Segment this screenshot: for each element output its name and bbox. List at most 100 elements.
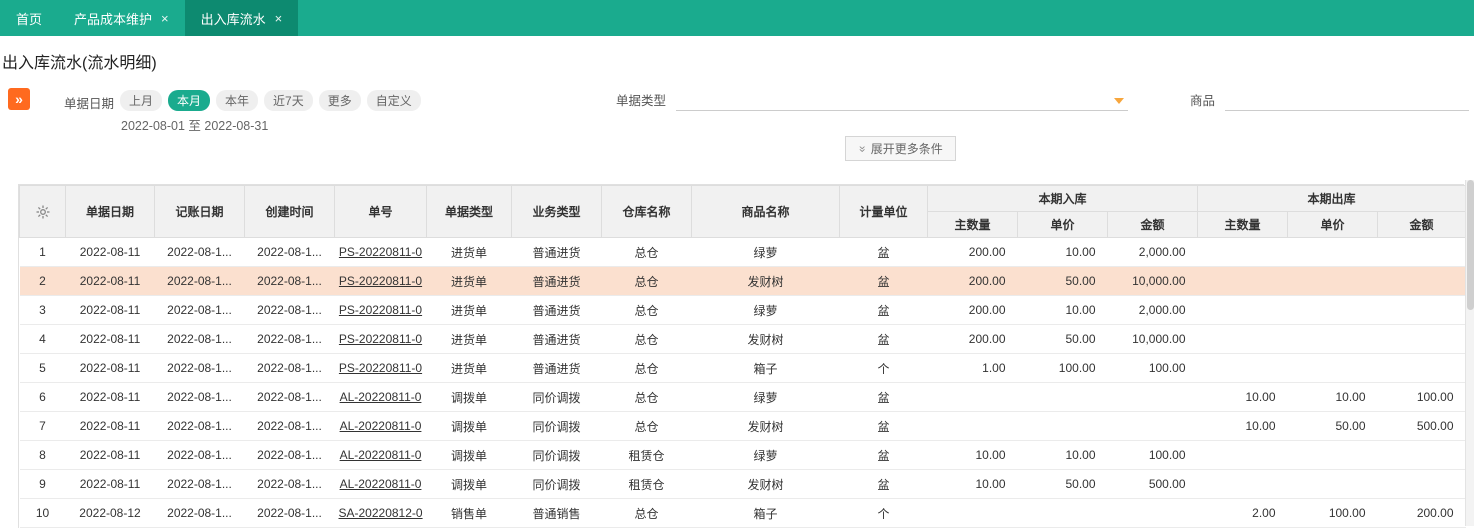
doc-no-link[interactable]: PS-20220811-0 (339, 303, 422, 317)
cell-unit: 盆 (839, 266, 928, 296)
table-row[interactable]: 6 2022-08-11 2022-08-1... 2022-08-1... AL-20… (19, 382, 1466, 412)
doc-no-link[interactable]: PS-20220811-0 (339, 361, 422, 375)
cell-out-qty (1197, 324, 1288, 354)
tab-item[interactable]: 出入库流水 × (184, 0, 299, 36)
doc-no-link[interactable]: PS-20220811-0 (339, 332, 422, 346)
cell-book-date: 2022-08-1... (154, 411, 245, 441)
doc-no-link[interactable]: AL-20220811-0 (340, 477, 422, 491)
cell-doc-no: AL-20220811-0 (334, 382, 427, 412)
cell-doc-type: 销售单 (426, 498, 512, 528)
date-option-pill[interactable]: 本年 (216, 90, 259, 111)
cell-biz-type: 普通进货 (511, 295, 602, 325)
doc-type-select[interactable] (676, 91, 1129, 111)
date-option-pill[interactable]: 上月 (120, 90, 163, 111)
cell-product: 发财树 (691, 411, 840, 441)
tab-item[interactable]: 首页 (0, 0, 58, 36)
table-row[interactable]: 8 2022-08-11 2022-08-1... 2022-08-1... AL-20… (19, 440, 1466, 470)
date-option-pill[interactable]: 更多 (318, 90, 361, 111)
product-input[interactable] (1225, 91, 1470, 111)
collapse-panel-button[interactable]: » (8, 88, 30, 110)
cell-book-date: 2022-08-1... (154, 440, 245, 470)
vertical-scrollbar[interactable] (1465, 180, 1474, 526)
cell-product: 发财树 (691, 324, 840, 354)
cell-doc-date: 2022-08-11 (65, 353, 155, 383)
cell-out-price (1287, 353, 1378, 383)
col-biz-type: 业务类型 (511, 185, 602, 238)
transactions-table: 单据日期 记账日期 创建时间 单号 单据类型 业务类型 仓库名称 商品名称 计量… (18, 184, 1467, 528)
cell-row-number: 4 (19, 324, 66, 354)
title-bar: 出入库流水(流水明细) (0, 36, 1474, 84)
col-in-amount: 金额 (1106, 211, 1199, 238)
cell-out-qty (1197, 295, 1288, 325)
col-in-price: 单价 (1017, 211, 1108, 238)
cell-row-number: 7 (19, 411, 66, 441)
table-row[interactable]: 2 2022-08-11 2022-08-1... 2022-08-1... PS-20… (19, 266, 1466, 296)
cell-warehouse: 总仓 (601, 411, 692, 441)
date-option-pill[interactable]: 本月 (168, 90, 211, 111)
cell-create-time: 2022-08-1... (244, 324, 335, 354)
cell-product: 绿萝 (691, 382, 840, 412)
cell-in-amount: 100.00 (1107, 353, 1198, 383)
close-icon[interactable]: × (161, 12, 169, 25)
date-filter-label: 单据日期 (64, 97, 115, 111)
close-icon[interactable]: × (275, 12, 283, 25)
cell-row-number: 2 (19, 266, 66, 296)
expand-more-button[interactable]: « 展开更多条件 (845, 136, 956, 161)
cell-out-amount (1377, 469, 1466, 499)
column-settings-button[interactable] (19, 185, 66, 238)
table-row[interactable]: 7 2022-08-11 2022-08-1... 2022-08-1... AL-20… (19, 411, 1466, 441)
table-row[interactable]: 10 2022-08-12 2022-08-1... 2022-08-1... SA-2… (19, 498, 1466, 528)
cell-in-qty: 200.00 (927, 266, 1018, 296)
cell-out-amount (1377, 440, 1466, 470)
doc-no-link[interactable]: PS-20220811-0 (339, 274, 422, 288)
date-option-pill[interactable]: 近7天 (264, 90, 313, 111)
cell-book-date: 2022-08-1... (154, 498, 245, 528)
cell-in-price: 10.00 (1017, 295, 1108, 325)
cell-doc-no: AL-20220811-0 (334, 440, 427, 470)
table-row[interactable]: 3 2022-08-11 2022-08-1... 2022-08-1... PS-20… (19, 295, 1466, 325)
cell-warehouse: 总仓 (601, 324, 692, 354)
cell-in-price: 100.00 (1017, 353, 1108, 383)
col-out-qty: 主数量 (1197, 211, 1289, 238)
doc-no-link[interactable]: AL-20220811-0 (340, 390, 422, 404)
cell-in-amount (1107, 498, 1198, 528)
cell-biz-type: 同价调拨 (511, 382, 602, 412)
doc-type-filter: 单据类型 (616, 90, 1129, 111)
cell-book-date: 2022-08-1... (154, 295, 245, 325)
cell-biz-type: 普通进货 (511, 266, 602, 296)
table-row[interactable]: 1 2022-08-11 2022-08-1... 2022-08-1... PS-20… (19, 237, 1466, 267)
date-option-pill[interactable]: 自定义 (366, 90, 421, 111)
cell-create-time: 2022-08-1... (244, 295, 335, 325)
doc-no-link[interactable]: AL-20220811-0 (340, 419, 422, 433)
double-arrow-right-icon: » (15, 91, 23, 107)
cell-row-number: 9 (19, 469, 66, 499)
cell-out-qty (1197, 440, 1288, 470)
cell-create-time: 2022-08-1... (244, 411, 335, 441)
table-row[interactable]: 5 2022-08-11 2022-08-1... 2022-08-1... PS-20… (19, 353, 1466, 383)
col-doc-date: 单据日期 (65, 185, 155, 238)
cell-row-number: 10 (19, 498, 66, 528)
cell-in-amount (1107, 411, 1198, 441)
doc-no-link[interactable]: SA-20220812-0 (339, 506, 423, 520)
table-row[interactable]: 9 2022-08-11 2022-08-1... 2022-08-1... AL-20… (19, 469, 1466, 499)
cell-in-amount: 2,000.00 (1107, 295, 1198, 325)
doc-no-link[interactable]: AL-20220811-0 (340, 448, 422, 462)
cell-book-date: 2022-08-1... (154, 469, 245, 499)
cell-biz-type: 普通进货 (511, 237, 602, 267)
cell-row-number: 6 (19, 382, 66, 412)
cell-product: 绿萝 (691, 295, 840, 325)
cell-product: 绿萝 (691, 237, 840, 267)
cell-row-number: 3 (19, 295, 66, 325)
col-out-amount: 金额 (1377, 211, 1467, 238)
table-row[interactable]: 4 2022-08-11 2022-08-1... 2022-08-1... PS-20… (19, 324, 1466, 354)
cell-out-qty: 10.00 (1197, 382, 1288, 412)
scrollbar-thumb[interactable] (1467, 180, 1474, 310)
cell-doc-no: PS-20220811-0 (334, 266, 427, 296)
cell-in-amount: 2,000.00 (1107, 237, 1198, 267)
tab-label: 首页 (16, 11, 43, 27)
cell-doc-type: 调拨单 (426, 411, 512, 441)
tab-item[interactable]: 产品成本维护 × (58, 0, 185, 36)
cell-product: 发财树 (691, 266, 840, 296)
doc-no-link[interactable]: PS-20220811-0 (339, 245, 422, 259)
cell-out-price: 100.00 (1287, 498, 1378, 528)
